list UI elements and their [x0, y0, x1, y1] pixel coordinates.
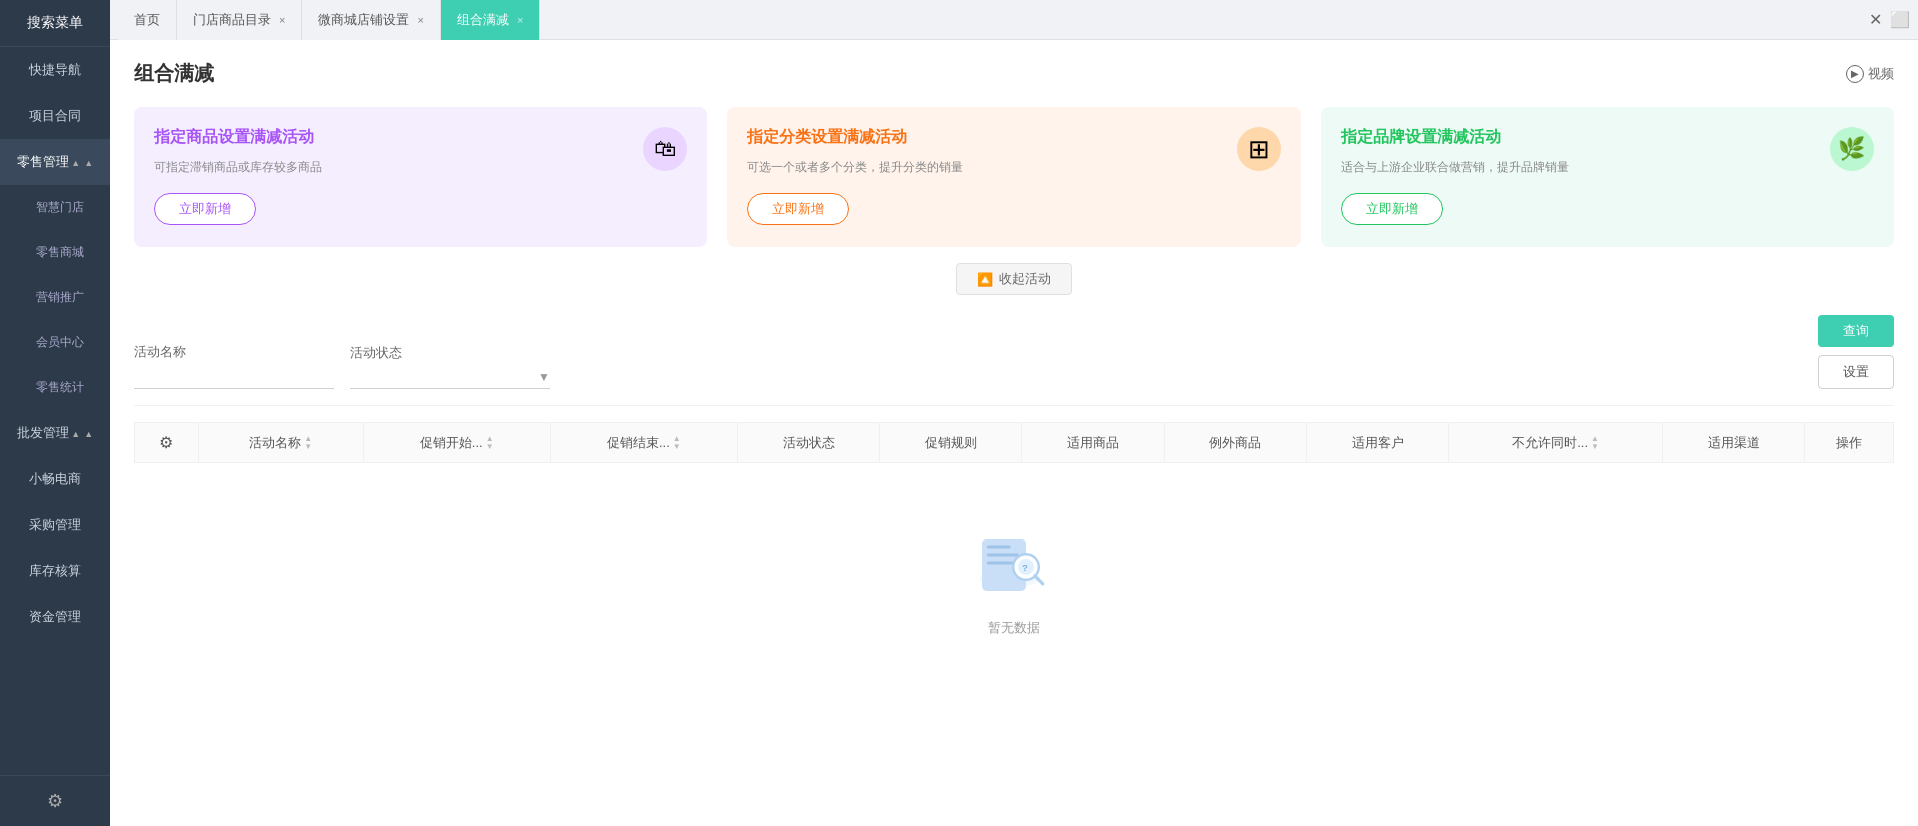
- tab-bar: 首页 门店商品目录 × 微商城店铺设置 × 组合满减 × ✕ ⬜: [110, 0, 1918, 40]
- sidebar-item-finance[interactable]: 资金管理: [0, 594, 110, 640]
- th-applicable-goods: 适用商品: [1022, 423, 1164, 463]
- card-btn-orange[interactable]: 立即新增: [747, 193, 849, 225]
- sidebar-item-xc-ecommerce[interactable]: 小畅电商: [0, 456, 110, 502]
- sort-arrows-not-allow-concurrent: ▲▼: [1591, 435, 1599, 451]
- th-activity-status: 活动状态: [737, 423, 879, 463]
- sidebar-item-retail-mall[interactable]: 零售商城: [0, 230, 110, 275]
- empty-state-icon: ?: [964, 523, 1064, 603]
- card-icon-purple: 🛍: [643, 127, 687, 171]
- query-button[interactable]: 查询: [1818, 315, 1894, 347]
- video-icon: ▶: [1846, 65, 1864, 83]
- video-link[interactable]: ▶ 视频: [1846, 65, 1894, 83]
- tab-home[interactable]: 首页: [118, 0, 177, 40]
- maximize-window-button[interactable]: ⬜: [1890, 10, 1910, 29]
- tab-label-home: 首页: [134, 11, 160, 29]
- collapse-btn-label: 收起活动: [999, 270, 1051, 288]
- tab-close-combo-discount[interactable]: ×: [517, 14, 523, 26]
- sidebar-item-project-contract[interactable]: 项目合同: [0, 93, 110, 139]
- activity-name-label: 活动名称: [134, 343, 334, 361]
- activity-card-card-brand: 指定品牌设置满减活动 适合与上游企业联合做营销，提升品牌销量 立即新增 🌿: [1321, 107, 1894, 247]
- collapse-activity-button[interactable]: 🔼 收起活动: [956, 263, 1072, 295]
- sidebar: 搜索菜单 快捷导航项目合同零售管理 ▲智慧门店零售商城营销推广会员中心零售统计批…: [0, 0, 110, 826]
- gear-icon[interactable]: ⚙: [47, 791, 63, 811]
- th-applicable-channel: 适用渠道: [1663, 423, 1805, 463]
- sidebar-search[interactable]: 搜索菜单: [0, 0, 110, 47]
- sidebar-item-retail-stats[interactable]: 零售统计: [0, 365, 110, 410]
- tab-micro-store-settings[interactable]: 微商城店铺设置 ×: [302, 0, 440, 40]
- th-operation: 操作: [1805, 423, 1894, 463]
- activity-status-select[interactable]: ▼: [350, 366, 550, 389]
- tab-close-product-catalog[interactable]: ×: [279, 14, 285, 26]
- chevron-up-icon: 🔼: [977, 272, 993, 287]
- settings-button[interactable]: 设置: [1818, 355, 1894, 389]
- tab-actions: ✕ ⬜: [1869, 10, 1910, 29]
- th-promo-start[interactable]: 促销开始...▲▼: [363, 423, 550, 463]
- sidebar-bottom: ⚙: [0, 775, 110, 826]
- sort-arrows-promo-start: ▲▼: [486, 435, 494, 451]
- collapse-row: 🔼 收起活动: [134, 263, 1894, 295]
- th-promo-rule: 促销规则: [880, 423, 1022, 463]
- chevron-down-icon: ▼: [538, 370, 550, 384]
- svg-rect-4: [987, 561, 1015, 564]
- activity-cards: 指定商品设置满减活动 可指定滞销商品或库存较多商品 立即新增 🛍 指定分类设置满…: [134, 107, 1894, 247]
- tab-label-combo-discount: 组合满减: [457, 11, 509, 29]
- sidebar-item-quick-nav[interactable]: 快捷导航: [0, 47, 110, 93]
- card-desc: 可指定滞销商品或库存较多商品: [154, 158, 687, 177]
- card-desc: 可选一个或者多个分类，提升分类的销量: [747, 158, 1280, 177]
- tab-label-micro-store-settings: 微商城店铺设置: [318, 11, 409, 29]
- page-title: 组合满减: [134, 60, 214, 87]
- activity-name-field: 活动名称: [134, 343, 334, 389]
- page-content: 组合满减 ▶ 视频 指定商品设置满减活动 可指定滞销商品或库存较多商品 立即新增…: [110, 40, 1918, 826]
- close-window-button[interactable]: ✕: [1869, 10, 1882, 29]
- sidebar-item-purchase-mgmt[interactable]: 采购管理: [0, 502, 110, 548]
- th-applicable-customer: 适用客户: [1306, 423, 1448, 463]
- sidebar-search-label: 搜索菜单: [27, 14, 83, 30]
- tab-product-catalog[interactable]: 门店商品目录 ×: [177, 0, 302, 40]
- activity-status-field: 活动状态 ▼: [350, 344, 550, 389]
- card-icon-green: 🌿: [1830, 127, 1874, 171]
- sidebar-item-member-center[interactable]: 会员中心: [0, 320, 110, 365]
- sidebar-item-retail-mgmt[interactable]: 零售管理 ▲: [0, 139, 110, 185]
- main-area: 首页 门店商品目录 × 微商城店铺设置 × 组合满减 × ✕ ⬜ 组合满减 ▶ 视频 指定商…: [110, 0, 1918, 826]
- th-activity-name[interactable]: 活动名称▲▼: [198, 423, 363, 463]
- card-title: 指定商品设置满减活动: [154, 127, 687, 148]
- card-title: 指定分类设置满减活动: [747, 127, 1280, 148]
- search-buttons: 查询 设置: [1818, 315, 1894, 389]
- svg-text:?: ?: [1022, 562, 1028, 573]
- search-bar: 活动名称 活动状态 ▼ 查询 设置: [134, 315, 1894, 406]
- tab-close-micro-store-settings[interactable]: ×: [417, 14, 423, 26]
- empty-state-text: 暂无数据: [988, 619, 1040, 637]
- sidebar-item-inventory[interactable]: 库存核算: [0, 548, 110, 594]
- activity-card-card-category: 指定分类设置满减活动 可选一个或者多个分类，提升分类的销量 立即新增 ⊞: [727, 107, 1300, 247]
- th-not-allow-concurrent[interactable]: 不允许同时...▲▼: [1449, 423, 1663, 463]
- card-desc: 适合与上游企业联合做营销，提升品牌销量: [1341, 158, 1874, 177]
- sort-arrows-activity-name: ▲▼: [304, 435, 312, 451]
- card-title: 指定品牌设置满减活动: [1341, 127, 1874, 148]
- tab-combo-discount[interactable]: 组合满减 ×: [441, 0, 540, 40]
- th-promo-end[interactable]: 促销结束...▲▼: [550, 423, 737, 463]
- card-icon-orange: ⊞: [1237, 127, 1281, 171]
- table-settings-icon[interactable]: ⚙: [159, 434, 173, 451]
- data-table: ⚙ 活动名称▲▼促销开始...▲▼促销结束...▲▼活动状态促销规则适用商品例外商…: [134, 422, 1894, 463]
- activity-name-input[interactable]: [134, 365, 334, 389]
- card-btn-green[interactable]: 立即新增: [1341, 193, 1443, 225]
- sidebar-item-smart-store[interactable]: 智慧门店: [0, 185, 110, 230]
- page-header: 组合满减 ▶ 视频: [134, 60, 1894, 87]
- activity-status-label: 活动状态: [350, 344, 550, 362]
- empty-state: ? 暂无数据: [134, 463, 1894, 677]
- svg-rect-3: [987, 553, 1019, 556]
- activity-card-card-product: 指定商品设置满减活动 可指定滞销商品或库存较多商品 立即新增 🛍: [134, 107, 707, 247]
- video-label: 视频: [1868, 65, 1894, 83]
- tab-label-product-catalog: 门店商品目录: [193, 11, 271, 29]
- sidebar-item-marketing[interactable]: 营销推广: [0, 275, 110, 320]
- sort-arrows-promo-end: ▲▼: [673, 435, 681, 451]
- th-settings: ⚙: [135, 423, 199, 463]
- card-btn-purple[interactable]: 立即新增: [154, 193, 256, 225]
- sidebar-item-wholesale-mgmt[interactable]: 批发管理 ▲: [0, 410, 110, 456]
- th-except-goods: 例外商品: [1164, 423, 1306, 463]
- svg-rect-2: [987, 545, 1011, 548]
